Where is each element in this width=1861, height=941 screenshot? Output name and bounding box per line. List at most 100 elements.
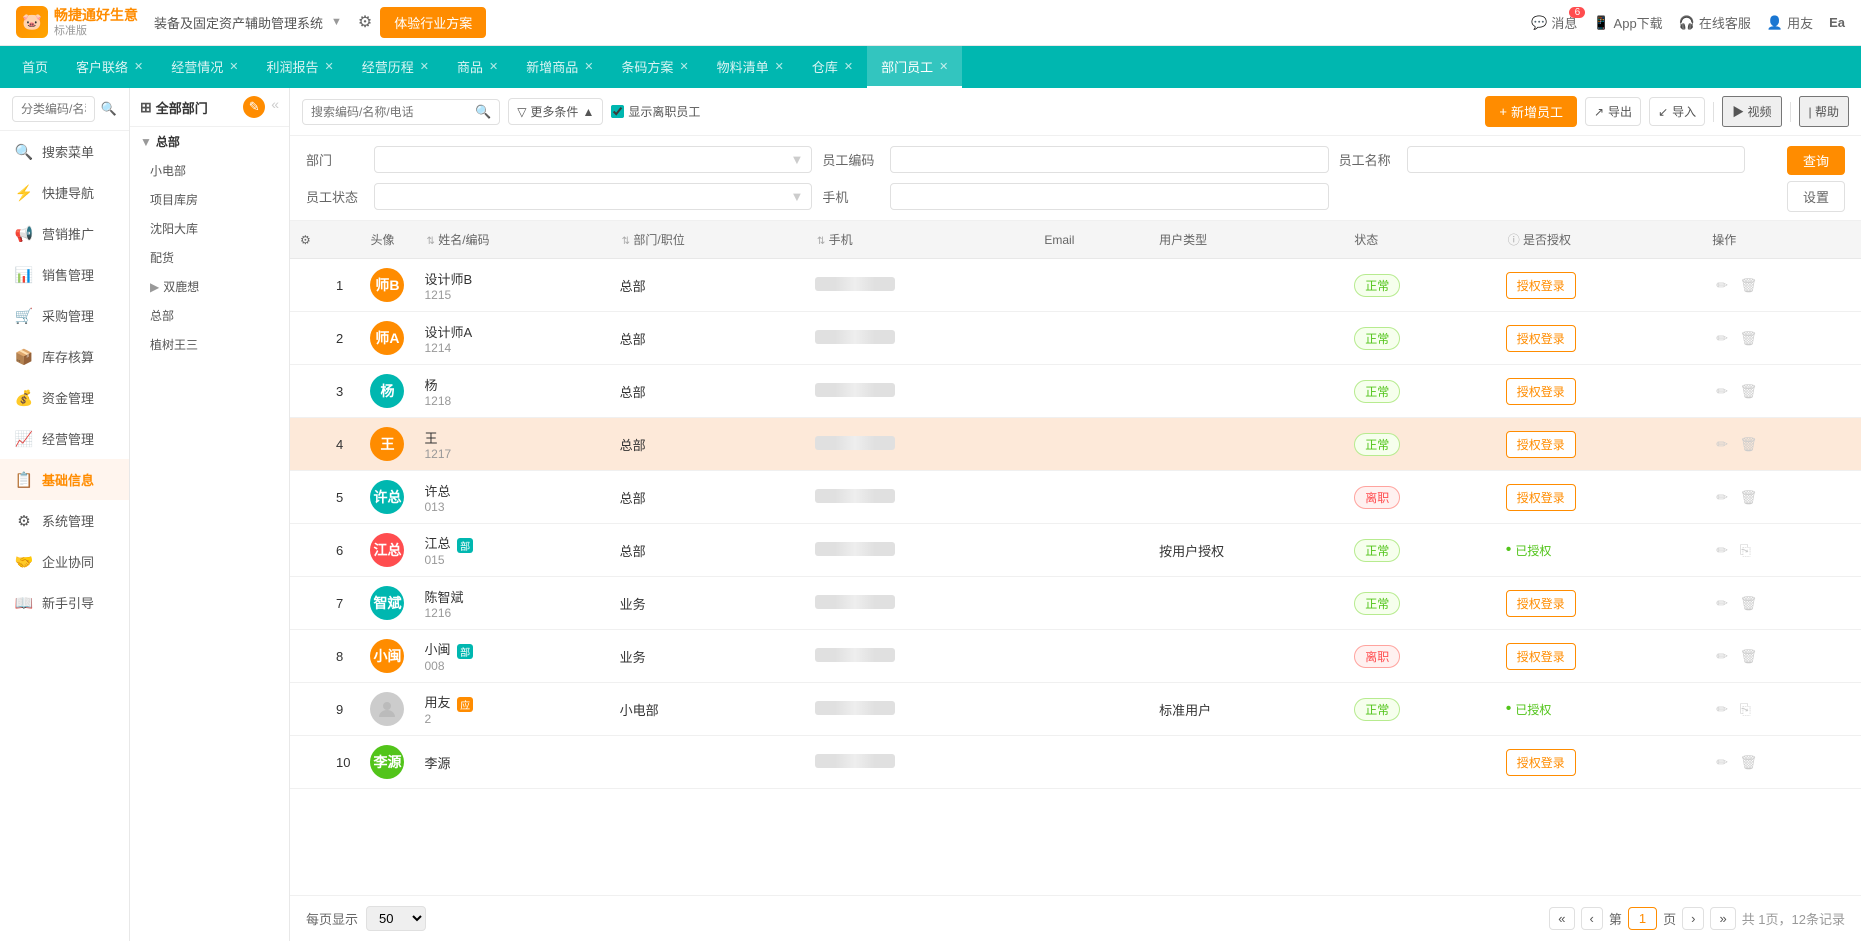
help-btn[interactable]: | 帮助 <box>1799 96 1849 127</box>
sidebar-item-business[interactable]: 📈 经营管理 <box>0 418 129 459</box>
delete-btn[interactable]: 🗑 <box>1736 328 1762 349</box>
close-icon[interactable]: ✕ <box>679 60 688 73</box>
edit-btn[interactable]: ✏ <box>1712 487 1732 508</box>
dept-tree-item-project[interactable]: 项目库房 <box>130 185 289 214</box>
edit-btn[interactable]: ✏ <box>1712 540 1732 561</box>
dept-tree-item-shuanglu[interactable]: ▶ 双鹿想 <box>130 272 289 301</box>
tab-customer[interactable]: 客户联络 ✕ <box>62 46 157 88</box>
emp-status-select[interactable]: ▼ <box>374 183 812 210</box>
close-icon[interactable]: ✕ <box>420 60 429 73</box>
sidebar-item-sales[interactable]: 📊 销售管理 <box>0 254 129 295</box>
setting-btn[interactable]: 设置 <box>1787 181 1845 212</box>
dept-edit-btn[interactable]: ✎ <box>243 96 265 118</box>
sidebar-item-collab[interactable]: 🤝 企业协同 <box>0 541 129 582</box>
sidebar-item-system[interactable]: ⚙ 系统管理 <box>0 500 129 541</box>
close-icon[interactable]: ✕ <box>489 60 498 73</box>
import-btn[interactable]: ↙ 导入 <box>1649 97 1705 126</box>
tab-warehouse[interactable]: 仓库 ✕ <box>798 46 867 88</box>
add-employee-btn[interactable]: + 新增员工 <box>1485 96 1577 127</box>
sidebar-item-marketing[interactable]: 📢 营销推广 <box>0 213 129 254</box>
edit-btn[interactable]: ✏ <box>1712 752 1732 773</box>
close-icon[interactable]: ✕ <box>134 60 143 73</box>
copy-btn[interactable]: ⎘ <box>1736 699 1755 720</box>
auth-login-btn[interactable]: 授权登录 <box>1506 272 1576 299</box>
dept-tree-item-shenyang[interactable]: 沈阳大库 <box>130 214 289 243</box>
prev-page-btn[interactable]: ‹ <box>1581 907 1603 930</box>
th-dept[interactable]: ⇅ 部门/职位 <box>610 221 805 259</box>
th-settings[interactable]: ⚙ <box>290 221 326 259</box>
first-page-btn[interactable]: « <box>1549 907 1574 930</box>
phone-input[interactable] <box>890 183 1328 210</box>
tab-barcode[interactable]: 条码方案 ✕ <box>607 46 702 88</box>
delete-btn[interactable]: 🗑 <box>1736 646 1762 667</box>
delete-btn[interactable]: 🗑 <box>1736 434 1762 455</box>
delete-btn[interactable]: 🗑 <box>1736 752 1762 773</box>
edit-btn[interactable]: ✏ <box>1712 434 1732 455</box>
search-menu-input[interactable] <box>12 96 95 122</box>
emp-name-input[interactable] <box>1407 146 1745 173</box>
delete-btn[interactable]: 🗑 <box>1736 275 1762 296</box>
th-name[interactable]: ⇅ 姓名/编码 <box>414 221 609 259</box>
tab-bom[interactable]: 物料清单 ✕ <box>703 46 798 88</box>
auth-login-btn[interactable]: 授权登录 <box>1506 749 1576 776</box>
dept-tree-item-general[interactable]: ▼ 总部 <box>130 127 289 156</box>
archived-checkbox-input[interactable] <box>611 105 624 118</box>
sidebar-item-base-info[interactable]: 📋 基础信息 <box>0 459 129 500</box>
more-filter-btn[interactable]: ▽ 更多条件 ▲ <box>508 98 603 125</box>
video-btn[interactable]: ▶ 视频 <box>1722 96 1781 127</box>
dept-tree-item-zhishu[interactable]: 植树王三 <box>130 330 289 359</box>
auth-login-btn[interactable]: 授权登录 <box>1506 325 1576 352</box>
sidebar-item-shortcut[interactable]: ⚡ 快捷导航 <box>0 172 129 213</box>
edit-btn[interactable]: ✏ <box>1712 275 1732 296</box>
tab-goods[interactable]: 商品 ✕ <box>443 46 512 88</box>
sidebar-item-purchase[interactable]: 🛒 采购管理 <box>0 295 129 336</box>
tab-profit[interactable]: 利润报告 ✕ <box>252 46 347 88</box>
th-phone[interactable]: ⇅ 手机 <box>805 221 1034 259</box>
show-archived-checkbox[interactable]: 显示离职员工 <box>611 103 700 120</box>
export-btn[interactable]: ↗ 导出 <box>1585 97 1641 126</box>
close-icon[interactable]: ✕ <box>584 60 593 73</box>
delete-btn[interactable]: 🗑 <box>1736 593 1762 614</box>
auth-login-btn[interactable]: 授权登录 <box>1506 643 1576 670</box>
dept-tree-item-electronics[interactable]: 小电部 <box>130 156 289 185</box>
system-name-dropdown[interactable]: ▼ <box>331 16 342 28</box>
page-size-select[interactable]: 50 100 <box>366 906 426 931</box>
search-input[interactable] <box>311 105 471 119</box>
auth-login-btn[interactable]: 授权登录 <box>1506 484 1576 511</box>
app-download-btn[interactable]: 📱 App下载 <box>1593 13 1662 32</box>
close-icon[interactable]: ✕ <box>844 60 853 73</box>
dept-tree-item-distribution[interactable]: 配货 <box>130 243 289 272</box>
dept-tree-item-hq[interactable]: 总部 <box>130 301 289 330</box>
tab-employees[interactable]: 部门员工 ✕ <box>867 46 962 88</box>
auth-login-btn[interactable]: 授权登录 <box>1506 590 1576 617</box>
tab-history[interactable]: 经营历程 ✕ <box>348 46 443 88</box>
auth-login-btn[interactable]: 授权登录 <box>1506 431 1576 458</box>
last-page-btn[interactable]: » <box>1710 907 1735 930</box>
online-service-btn[interactable]: 🎧 在线客服 <box>1679 13 1751 32</box>
tab-home[interactable]: 首页 <box>8 46 62 88</box>
emp-code-input[interactable] <box>890 146 1328 173</box>
try-btn[interactable]: 体验行业方案 <box>380 7 486 38</box>
sidebar-item-guide[interactable]: 📖 新手引导 <box>0 582 129 623</box>
next-page-btn[interactable]: › <box>1682 907 1704 930</box>
edit-btn[interactable]: ✏ <box>1712 328 1732 349</box>
sidebar-item-search[interactable]: 🔍 搜索菜单 <box>0 131 129 172</box>
tab-operation[interactable]: 经营情况 ✕ <box>157 46 252 88</box>
edit-btn[interactable]: ✏ <box>1712 646 1732 667</box>
tab-add-goods[interactable]: 新增商品 ✕ <box>512 46 607 88</box>
sidebar-item-inventory[interactable]: 📦 库存核算 <box>0 336 129 377</box>
close-icon[interactable]: ✕ <box>229 60 238 73</box>
close-icon[interactable]: ✕ <box>775 60 784 73</box>
close-icon[interactable]: ✕ <box>939 60 948 73</box>
copy-btn[interactable]: ⎘ <box>1736 540 1755 561</box>
delete-btn[interactable]: 🗑 <box>1736 487 1762 508</box>
user-avatar-btn[interactable]: 👤 用友 <box>1767 13 1813 32</box>
delete-btn[interactable]: 🗑 <box>1736 381 1762 402</box>
edit-btn[interactable]: ✏ <box>1712 593 1732 614</box>
dept-collapse-btn[interactable]: « <box>271 96 279 118</box>
edit-btn[interactable]: ✏ <box>1712 381 1732 402</box>
edit-btn[interactable]: ✏ <box>1712 699 1732 720</box>
close-icon[interactable]: ✕ <box>325 60 334 73</box>
query-btn[interactable]: 查询 <box>1787 146 1845 175</box>
message-btn[interactable]: 💬 消息 6 <box>1531 13 1577 32</box>
